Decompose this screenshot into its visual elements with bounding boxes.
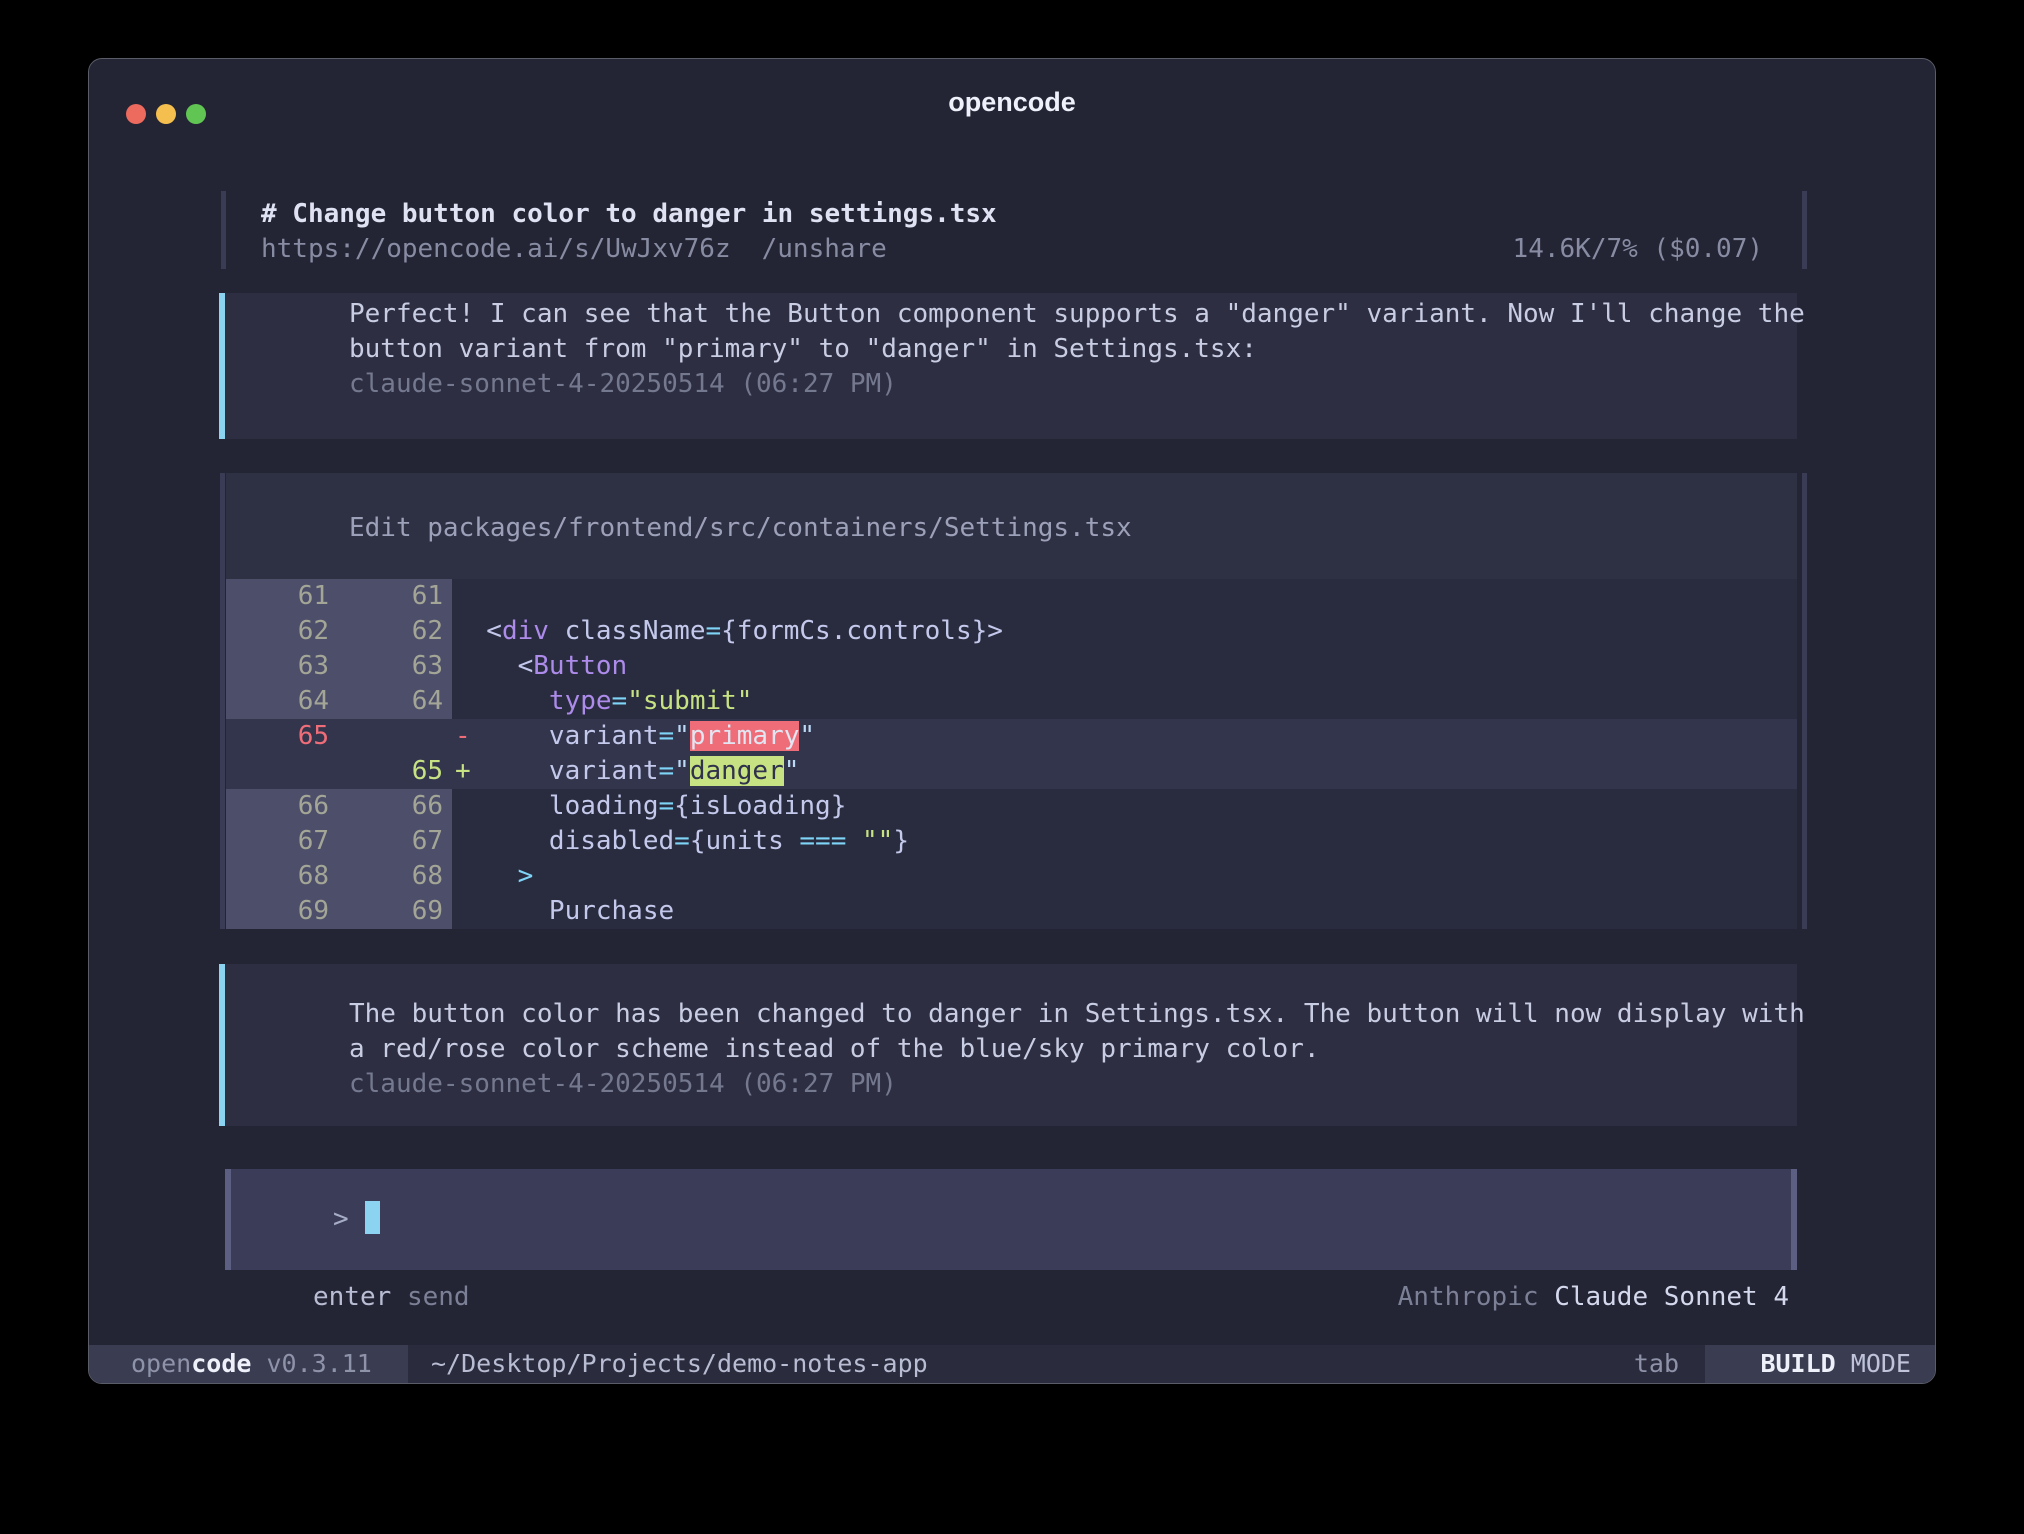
diff-code-line: disabled={units === ""} (452, 824, 909, 859)
project-path: ~/Desktop/Projects/demo-notes-app (431, 1345, 928, 1383)
diff-gutter: 6161 (226, 579, 452, 614)
provider-label: Anthropic (1398, 1282, 1539, 1312)
diff-row: 6363 <Button (226, 649, 1797, 684)
diff-row: 6161 (226, 579, 1797, 614)
prompt-line[interactable]: > (333, 1202, 380, 1237)
diff-row: 6464 type="submit" (226, 684, 1797, 719)
chat-input[interactable]: > (225, 1169, 1797, 1270)
enter-key-hint: enter (313, 1282, 391, 1312)
diff-gutter: 65 (226, 719, 452, 754)
diff-code-line: <div className={formCs.controls}> (452, 614, 1003, 649)
diff-row: 6767 disabled={units === ""} (226, 824, 1797, 859)
mode-suffix: MODE (1851, 1349, 1911, 1378)
status-bar: opencode v0.3.11 ~/Desktop/Projects/demo… (89, 1345, 1935, 1383)
edit-file-path: Edit packages/frontend/src/containers/Se… (349, 511, 1132, 546)
window-title: opencode (89, 87, 1935, 118)
diff-row: 6262 <div className={formCs.controls}> (226, 614, 1797, 649)
message-text-line: a red/rose color scheme instead of the b… (349, 1032, 1805, 1067)
mode-name: BUILD (1760, 1349, 1835, 1378)
diff-gutter: 6262 (226, 614, 452, 649)
diff-gutter: 6969 (226, 894, 452, 929)
diff-code-line: loading={isLoading} (452, 789, 846, 824)
edit-right-rule (1802, 473, 1807, 929)
diff-gutter: 65 (226, 754, 452, 789)
diff-code-line: <Button (452, 649, 627, 684)
diff-code-line: + variant="danger" (452, 754, 799, 789)
assistant-message: The button color has been changed to dan… (225, 964, 1797, 1126)
diff-code-line (452, 579, 455, 614)
diff-gutter: 6363 (226, 649, 452, 684)
model-label: Claude Sonnet 4 (1554, 1282, 1789, 1312)
session-title: # Change button color to danger in setti… (261, 197, 997, 232)
brand-version-chip: opencode v0.3.11 (89, 1345, 408, 1383)
brand-open: open (131, 1349, 191, 1378)
input-right-rule (1791, 1169, 1797, 1270)
session-token-stats: 14.6K/7% ($0.07) (261, 232, 1763, 267)
session-right-rule (1802, 191, 1807, 269)
enter-action-hint: send (407, 1282, 470, 1312)
message-text-line: The button color has been changed to dan… (349, 997, 1805, 1032)
diff-row-removed: 65 - variant="primary" (226, 719, 1797, 754)
input-left-rule (225, 1169, 231, 1270)
edit-left-rule (220, 473, 225, 929)
diff-row: 6666 loading={isLoading} (226, 789, 1797, 824)
diff-code-line: type="submit" (452, 684, 752, 719)
opencode-window: opencode # Change button color to danger… (88, 58, 1936, 1384)
diff-gutter: 6464 (226, 684, 452, 719)
brand-code: code (191, 1349, 251, 1378)
footer-hints: enter send Anthropic Claude Sonnet 4 (225, 1279, 1797, 1315)
diff-code-line: Purchase (452, 894, 674, 929)
message-text-line: button variant from "primary" to "danger… (349, 332, 1805, 367)
diff-code-line: - variant="primary" (452, 719, 815, 754)
message-model-timestamp: claude-sonnet-4-20250514 (06:27 PM) (349, 367, 1805, 402)
diff-gutter: 6868 (226, 859, 452, 894)
mode-chip[interactable]: BUILD MODE (1705, 1345, 1935, 1383)
diff-gutter: 6767 (226, 824, 452, 859)
diff-row-added: 65 + variant="danger" (226, 754, 1797, 789)
app-version: v0.3.11 (267, 1349, 372, 1378)
diff-gutter: 6666 (226, 789, 452, 824)
diff-row: 6868 > (226, 859, 1797, 894)
prompt-caret: > (333, 1204, 349, 1234)
session-left-rule (221, 191, 226, 269)
diff-row: 6969 Purchase (226, 894, 1797, 929)
tab-key-hint[interactable]: tab (1634, 1345, 1679, 1383)
edit-tool-block: Edit packages/frontend/src/containers/Se… (226, 473, 1797, 929)
message-model-timestamp: claude-sonnet-4-20250514 (06:27 PM) (349, 1067, 1805, 1102)
text-cursor (365, 1201, 380, 1234)
message-text-line: Perfect! I can see that the Button compo… (349, 297, 1805, 332)
diff-table: 6161 6262 <div className={formCs.control… (226, 579, 1797, 929)
assistant-message: Perfect! I can see that the Button compo… (225, 293, 1797, 439)
titlebar: opencode (89, 59, 1935, 149)
diff-code-line: > (452, 859, 533, 894)
